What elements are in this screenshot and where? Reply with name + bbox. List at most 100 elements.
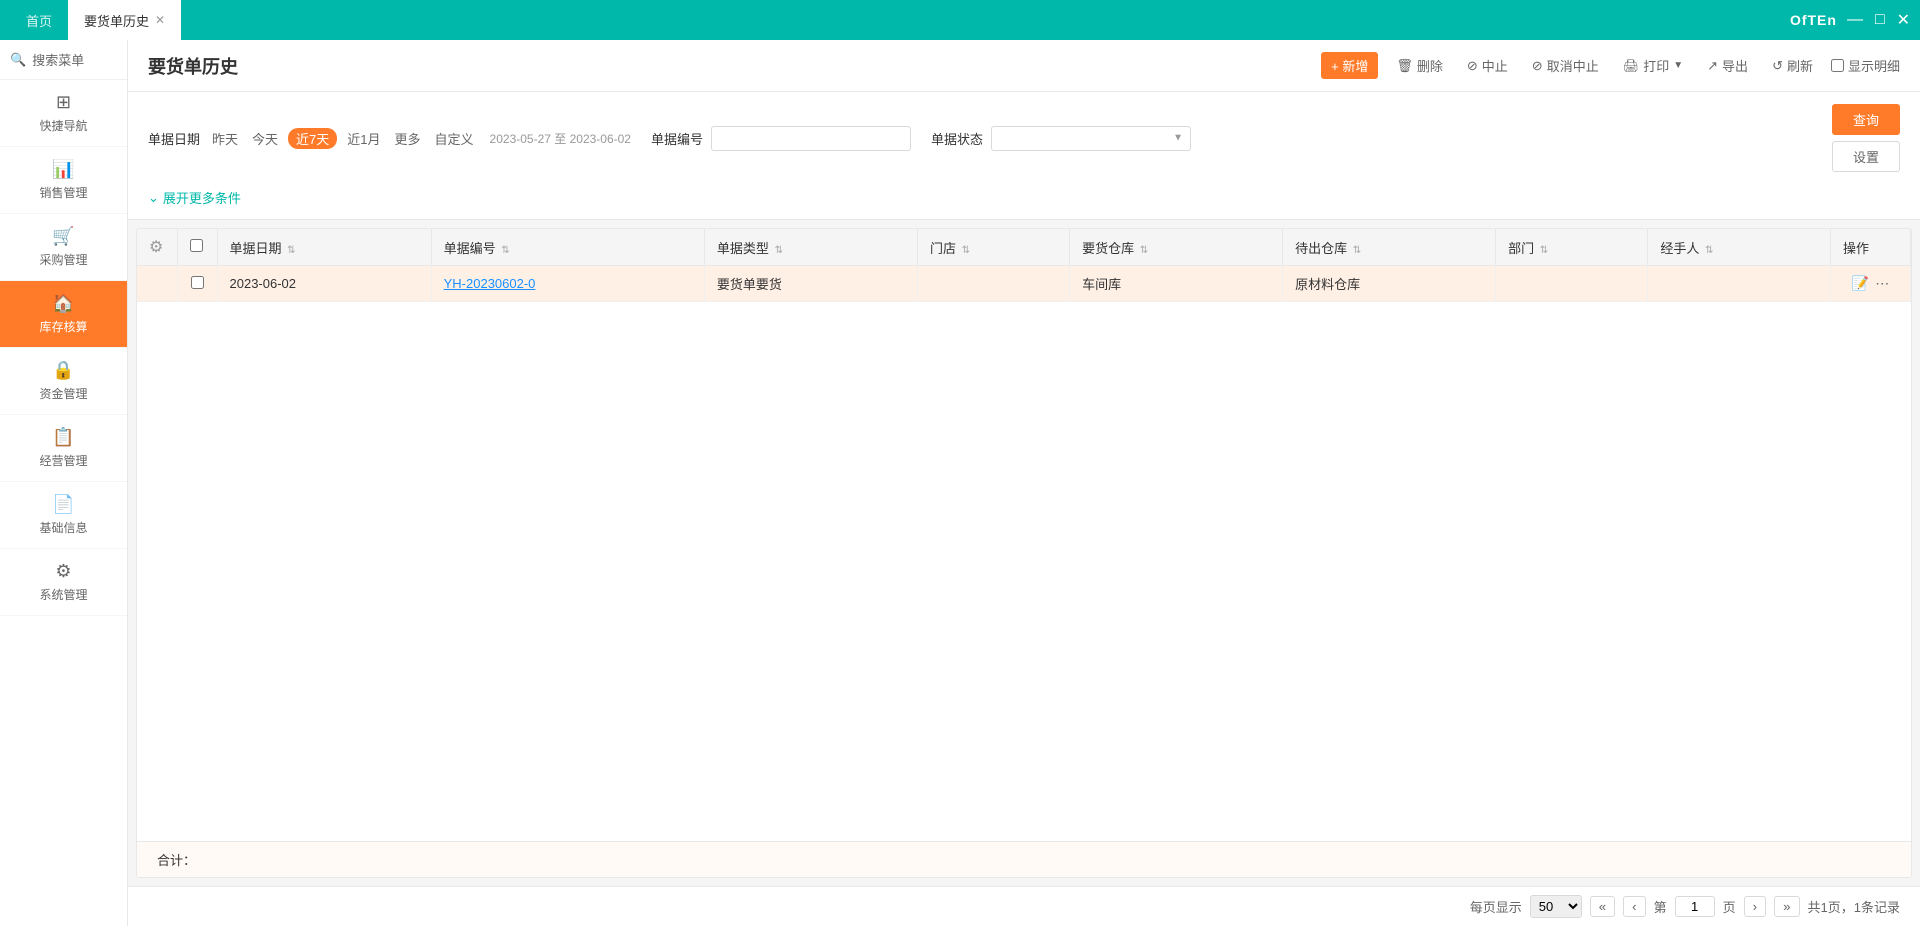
shortcut-7days[interactable]: 近7天 — [288, 128, 337, 149]
delete-icon: 🗑 — [1396, 58, 1413, 74]
sidebar-item-quick-nav[interactable]: ⊞ 快捷导航 — [0, 80, 127, 147]
type-sort-icon[interactable]: ⇅ — [775, 245, 783, 256]
shortcut-yesterday[interactable]: 昨天 — [208, 128, 242, 149]
expand-more-btn[interactable]: ⌄ 展开更多条件 — [148, 188, 241, 207]
sidebar-item-inventory[interactable]: 🏠 库存核算 — [0, 281, 127, 348]
export-button[interactable]: ↗ 导出 — [1701, 52, 1754, 79]
edit-icon[interactable]: 📝 — [1852, 275, 1869, 292]
col-req-warehouse-label: 要货仓库 — [1082, 241, 1134, 256]
last-page-btn[interactable]: » — [1774, 896, 1799, 917]
row-no[interactable]: YH-20230602-0 — [431, 266, 704, 302]
status-select[interactable] — [991, 126, 1191, 151]
tab-bar: 首页 要货单历史 ✕ — [10, 0, 900, 40]
cancel-stop-button[interactable]: ⊘ 取消中止 — [1526, 52, 1605, 79]
data-table: ⚙ 单据日期 ⇅ 单据编号 ⇅ — [137, 229, 1911, 302]
sidebar-item-label: 库存核算 — [39, 318, 87, 335]
col-settings: ⚙ — [137, 229, 177, 266]
main-layout: 🔍 搜索菜单 ⊞ 快捷导航 📊 销售管理 🛒 采购管理 🏠 库存核算 🔒 资金管… — [0, 40, 1920, 926]
table-body: 2023-06-02 YH-20230602-0 要货单要货 — [137, 266, 1911, 302]
tab-close-icon[interactable]: ✕ — [155, 13, 165, 27]
shortcut-more[interactable]: 更多 — [391, 128, 425, 149]
sidebar-item-label: 经营管理 — [39, 452, 87, 469]
department-sort-icon[interactable]: ⇅ — [1540, 245, 1548, 256]
tab-bill-history[interactable]: 要货单历史 ✕ — [68, 0, 181, 40]
no-sort-icon[interactable]: ⇅ — [501, 245, 509, 256]
content-area: 要货单历史 + 新增 🗑 删除 ⊘ 中止 ⊘ 取消中止 🖨 — [128, 40, 1920, 926]
date-shortcuts: 昨天 今天 近7天 近1月 更多 自定义 — [208, 128, 478, 149]
sidebar: 🔍 搜索菜单 ⊞ 快捷导航 📊 销售管理 🛒 采购管理 🏠 库存核算 🔒 资金管… — [0, 40, 128, 926]
bill-no-input[interactable] — [711, 126, 911, 151]
print-button[interactable]: 🖨 打印 ▼ — [1617, 52, 1689, 79]
bill-no-label: 单据编号 — [651, 129, 703, 148]
tab-home[interactable]: 首页 — [10, 0, 68, 40]
sidebar-item-system[interactable]: ⚙ 系统管理 — [0, 549, 127, 616]
filter-row-1: 单据日期 昨天 今天 近7天 近1月 更多 自定义 2023-05-27 至 2… — [148, 104, 1900, 172]
row-settings — [137, 266, 177, 302]
delete-label: 删除 — [1417, 56, 1443, 75]
select-all-checkbox[interactable] — [190, 239, 203, 252]
sidebar-item-finance[interactable]: 🔒 资金管理 — [0, 348, 127, 415]
per-page-select[interactable]: 10 20 50 100 — [1530, 895, 1582, 918]
date-filter-group: 单据日期 昨天 今天 近7天 近1月 更多 自定义 2023-05-27 至 2… — [148, 128, 631, 149]
op-icons: 📝 ⋯ — [1843, 275, 1898, 292]
shortcut-custom[interactable]: 自定义 — [431, 128, 478, 149]
sidebar-item-sales[interactable]: 📊 销售管理 — [0, 147, 127, 214]
maximize-icon[interactable]: □ — [1875, 11, 1885, 29]
req-warehouse-sort-icon[interactable]: ⇅ — [1140, 245, 1148, 256]
close-icon[interactable]: ✕ — [1897, 10, 1910, 30]
row-type-value: 要货单要货 — [717, 277, 782, 292]
filter-actions: 查询 设置 — [1832, 104, 1900, 172]
window-controls: — □ ✕ — [1847, 10, 1910, 30]
row-checkbox-cell — [177, 266, 217, 302]
query-button[interactable]: 查询 — [1832, 104, 1900, 135]
row-no-value: YH-20230602-0 — [444, 276, 536, 291]
next-page-btn[interactable]: › — [1744, 896, 1766, 917]
row-checkbox[interactable] — [191, 276, 204, 289]
date-range-text: 2023-05-27 至 2023-06-02 — [490, 130, 631, 147]
refresh-icon: ↺ — [1772, 58, 1783, 74]
store-sort-icon[interactable]: ⇅ — [962, 245, 970, 256]
sales-icon: 📊 — [52, 159, 74, 180]
delete-button[interactable]: 🗑 删除 — [1390, 52, 1449, 79]
sidebar-search[interactable]: 🔍 搜索菜单 — [0, 40, 127, 80]
data-table-wrapper: ⚙ 单据日期 ⇅ 单据编号 ⇅ — [136, 228, 1912, 878]
handler-sort-icon[interactable]: ⇅ — [1705, 245, 1713, 256]
refresh-button[interactable]: ↺ 刷新 — [1766, 52, 1819, 79]
sidebar-item-basic[interactable]: 📄 基础信息 — [0, 482, 127, 549]
row-department — [1496, 266, 1648, 302]
expand-label: 展开更多条件 — [163, 188, 241, 207]
stop-icon: ⊘ — [1467, 58, 1478, 74]
col-checkbox — [177, 229, 217, 266]
first-page-btn[interactable]: « — [1590, 896, 1615, 917]
bill-no-filter-group: 单据编号 — [651, 126, 911, 151]
col-type: 单据类型 ⇅ — [704, 229, 917, 266]
new-button[interactable]: + 新增 — [1321, 52, 1378, 79]
shortcut-today[interactable]: 今天 — [248, 128, 282, 149]
sidebar-item-purchase[interactable]: 🛒 采购管理 — [0, 214, 127, 281]
row-pending-warehouse: 原材料仓库 — [1283, 266, 1496, 302]
minimize-icon[interactable]: — — [1847, 11, 1863, 29]
prev-page-btn[interactable]: ‹ — [1623, 896, 1645, 917]
col-no-label: 单据编号 — [444, 241, 496, 256]
more-icon[interactable]: ⋯ — [1875, 275, 1889, 292]
date-sort-icon[interactable]: ⇅ — [287, 245, 295, 256]
page-input[interactable] — [1675, 896, 1715, 917]
stop-button[interactable]: ⊘ 中止 — [1461, 52, 1514, 79]
status-select-wrapper — [991, 126, 1191, 151]
pending-warehouse-sort-icon[interactable]: ⇅ — [1353, 245, 1361, 256]
col-date-label: 单据日期 — [230, 241, 282, 256]
filter-settings-button[interactable]: 设置 — [1832, 141, 1900, 172]
stop-label: 中止 — [1482, 56, 1508, 75]
show-detail-check[interactable] — [1831, 59, 1844, 72]
tab-bill-history-label: 要货单历史 — [84, 11, 149, 30]
col-date: 单据日期 ⇅ — [217, 229, 431, 266]
sidebar-item-operations[interactable]: 📋 经营管理 — [0, 415, 127, 482]
purchase-icon: 🛒 — [52, 226, 74, 247]
column-settings-icon[interactable]: ⚙ — [149, 239, 163, 256]
top-bar: 首页 要货单历史 ✕ OfTEn — □ ✕ — [0, 0, 1920, 40]
cancel-stop-label: 取消中止 — [1547, 56, 1599, 75]
shortcut-1month[interactable]: 近1月 — [343, 128, 384, 149]
col-store: 门店 ⇅ — [917, 229, 1069, 266]
show-detail-checkbox[interactable]: 显示明细 — [1831, 56, 1900, 75]
show-detail-label: 显示明细 — [1848, 56, 1900, 75]
